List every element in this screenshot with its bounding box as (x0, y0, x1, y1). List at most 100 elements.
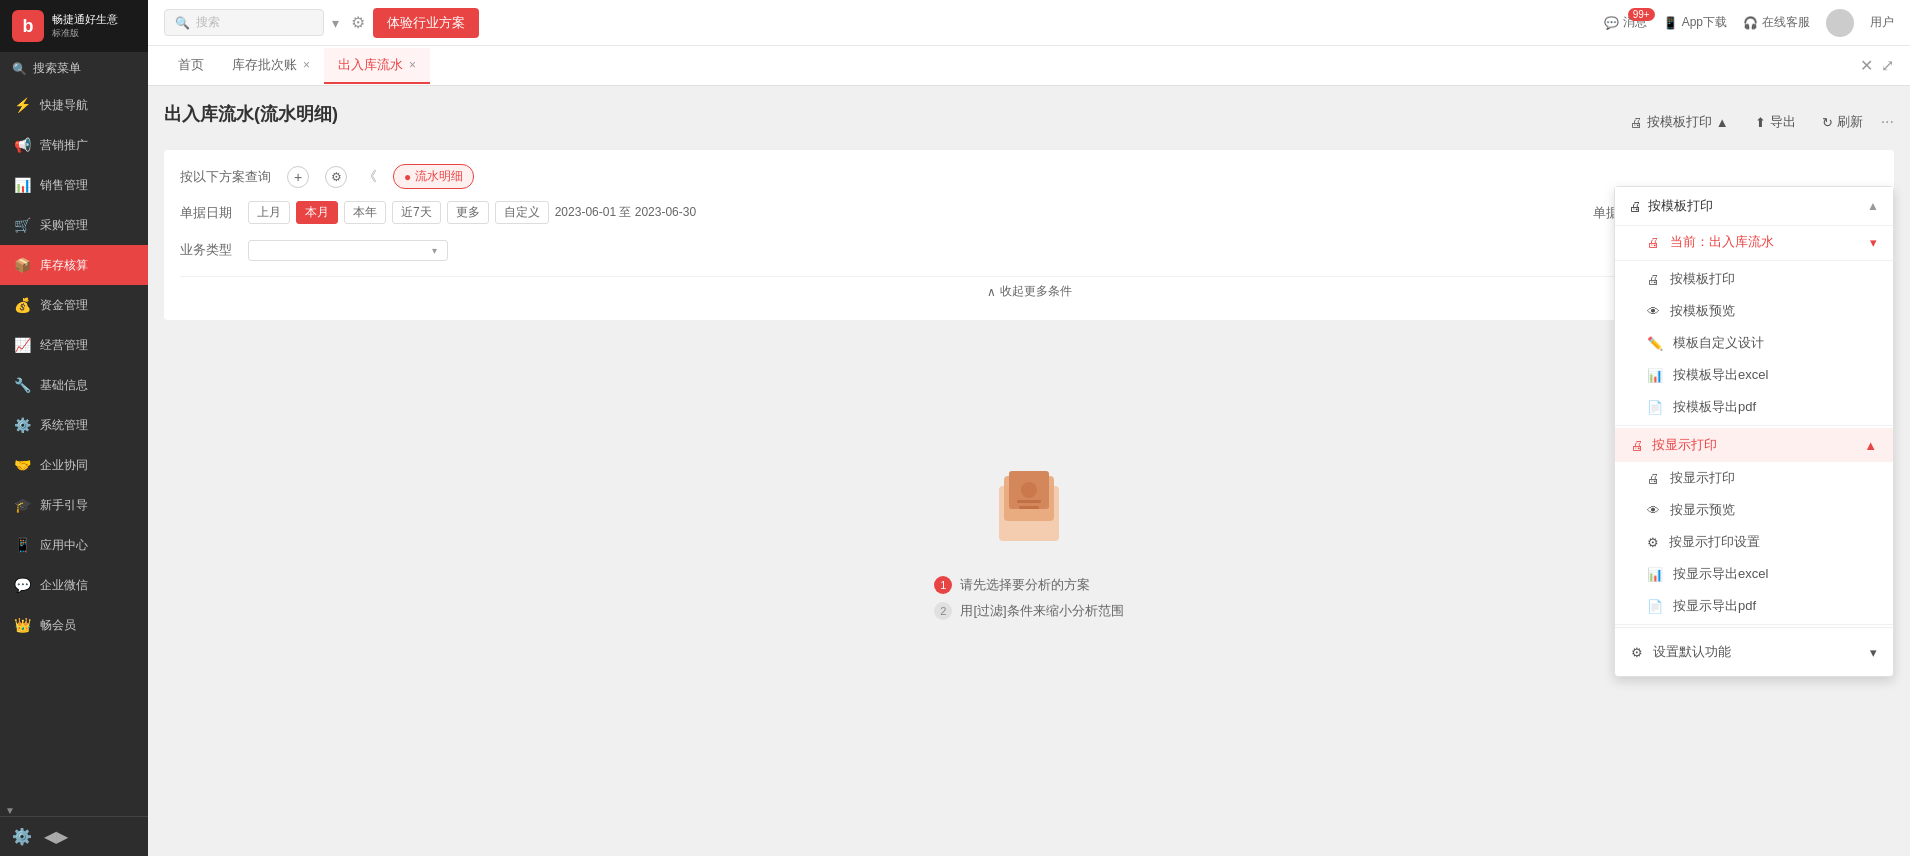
dropdown-template-export-excel[interactable]: 📊 按模板导出excel (1615, 359, 1893, 391)
message-button[interactable]: 💬 消息 99+ (1604, 14, 1647, 31)
filter-active-tag[interactable]: ● 流水明细 (393, 164, 474, 189)
filter-settings-button[interactable]: ⚙ (325, 166, 347, 188)
settings-icon[interactable]: ⚙️ (12, 827, 32, 846)
sidebar-item-inventory[interactable]: 📦 库存核算 (0, 245, 148, 285)
date-btn-custom[interactable]: 自定义 (495, 201, 549, 224)
collapse-icon[interactable]: ◀▶ (44, 827, 68, 846)
sidebar-item-system[interactable]: ⚙️ 系统管理 (0, 405, 148, 445)
current-template-arrow: ▾ (1870, 235, 1877, 250)
tab-batch-account-close[interactable]: × (303, 58, 310, 72)
date-btn-last-month[interactable]: 上月 (248, 201, 290, 224)
apps-icon: 📱 (12, 535, 32, 555)
app-download-button[interactable]: 📱 App下载 (1663, 14, 1727, 31)
dropdown-header: 🖨 按模板打印 ▲ (1615, 187, 1893, 226)
tab-flow[interactable]: 出入库流水 × (324, 48, 430, 84)
dropdown-template-preview[interactable]: 👁 按模板预览 (1615, 295, 1893, 327)
dropdown-display-print[interactable]: 🖨 按显示打印 (1615, 462, 1893, 494)
dropdown-display-export-pdf[interactable]: 📄 按显示导出pdf (1615, 590, 1893, 622)
tab-flow-close[interactable]: × (409, 58, 416, 72)
step-number-2: 2 (934, 602, 952, 620)
dropdown-title: 🖨 按模板打印 (1629, 197, 1713, 215)
current-template-label: 当前：出入库流水 (1670, 233, 1774, 251)
filter-tag-label: 流水明细 (415, 168, 463, 185)
sidebar-item-label: 快捷导航 (40, 97, 88, 114)
step-1-text: 请先选择要分析的方案 (960, 576, 1090, 594)
empty-step-2: 2 用[过滤]条件来缩小分析范围 (934, 602, 1123, 620)
close-window-icon[interactable]: ✕ (1860, 56, 1873, 75)
sidebar-item-label: 应用中心 (40, 537, 88, 554)
sidebar-item-apps[interactable]: 📱 应用中心 (0, 525, 148, 565)
template-pdf-icon: 📄 (1647, 400, 1663, 415)
maximize-window-icon[interactable]: ⤢ (1881, 56, 1894, 75)
customer-service-label: 在线客服 (1762, 14, 1810, 31)
sidebar-item-operations[interactable]: 📈 经营管理 (0, 325, 148, 365)
basic-icon: 🔧 (12, 375, 32, 395)
print-template-button[interactable]: 🖨 按模板打印 ▲ (1622, 109, 1737, 135)
collapse-icon: ∧ (987, 285, 996, 299)
export-label: 导出 (1770, 113, 1796, 131)
date-btn-7days[interactable]: 近7天 (392, 201, 441, 224)
refresh-button[interactable]: ↻ 刷新 (1814, 109, 1871, 135)
sidebar-item-label: 经营管理 (40, 337, 88, 354)
sidebar-item-basic[interactable]: 🔧 基础信息 (0, 365, 148, 405)
template-excel-icon: 📊 (1647, 368, 1663, 383)
tab-batch-account[interactable]: 库存批次账 × (218, 48, 324, 84)
template-custom-icon: ✏️ (1647, 336, 1663, 351)
search-icon: 🔍 (175, 16, 190, 30)
filter-collapse-button[interactable]: 《 (363, 168, 377, 186)
user-avatar[interactable] (1826, 9, 1854, 37)
page-content-area: 出入库流水(流水明细) 🖨 按模板打印 ▲ ⬆ 导出 ↻ 刷新 (148, 86, 1910, 856)
sidebar-item-label: 新手引导 (40, 497, 88, 514)
export-button[interactable]: ⬆ 导出 (1747, 109, 1804, 135)
member-icon: 👑 (12, 615, 32, 635)
display-pdf-icon: 📄 (1647, 599, 1663, 614)
more-actions-icon[interactable]: ··· (1881, 113, 1894, 131)
set-default-icon: ⚙ (1631, 645, 1643, 660)
set-default-arrow: ▾ (1870, 645, 1877, 660)
topbar-gear-icon[interactable]: ⚙ (351, 13, 365, 32)
dropdown-current-template[interactable]: 🖨 当前：出入库流水 ▾ (1615, 226, 1893, 258)
topbar-dropdown-arrow[interactable]: ▾ (332, 15, 339, 31)
dropdown-display-export-excel[interactable]: 📊 按显示导出excel (1615, 558, 1893, 590)
dropdown-set-default[interactable]: ⚙ 设置默认功能 ▾ (1631, 636, 1877, 668)
inventory-icon: 📦 (12, 255, 32, 275)
date-btn-more[interactable]: 更多 (447, 201, 489, 224)
sidebar-item-wechat[interactable]: 💬 企业微信 (0, 565, 148, 605)
dropdown-template-print[interactable]: 🖨 按模板打印 (1615, 263, 1893, 295)
customer-service-button[interactable]: 🎧 在线客服 (1743, 14, 1810, 31)
sidebar-item-label: 基础信息 (40, 377, 88, 394)
filter-add-button[interactable]: + (287, 166, 309, 188)
sidebar-item-marketing[interactable]: 📢 营销推广 (0, 125, 148, 165)
dropdown-template-custom[interactable]: ✏️ 模板自定义设计 (1615, 327, 1893, 359)
page-top-right-actions: 🖨 按模板打印 ▲ ⬆ 导出 ↻ 刷新 ··· (1622, 109, 1894, 135)
dropdown-collapse-arrow[interactable]: ▲ (1867, 199, 1879, 213)
global-search[interactable]: 🔍 搜索 (164, 9, 324, 36)
svg-rect-4 (1017, 500, 1041, 503)
sidebar-search-item[interactable]: 🔍 搜索菜单 (0, 52, 148, 85)
sidebar-scroll-down[interactable]: ▼ (0, 804, 20, 816)
display-print-settings-icon: ⚙ (1647, 535, 1659, 550)
industry-solution-button[interactable]: 体验行业方案 (373, 8, 479, 38)
search-placeholder: 搜索 (196, 14, 220, 31)
sidebar-item-sales[interactable]: 📊 销售管理 (0, 165, 148, 205)
refresh-label: 刷新 (1837, 113, 1863, 131)
dropdown-template-export-pdf[interactable]: 📄 按模板导出pdf (1615, 391, 1893, 423)
dropdown-display-preview[interactable]: 👁 按显示预览 (1615, 494, 1893, 526)
sidebar-item-quick-nav[interactable]: ⚡ 快捷导航 (0, 85, 148, 125)
date-btn-this-month[interactable]: 本月 (296, 201, 338, 224)
guide-icon: 🎓 (12, 495, 32, 515)
dropdown-display-print-settings[interactable]: ⚙ 按显示打印设置 (1615, 526, 1893, 558)
export-icon: ⬆ (1755, 115, 1766, 130)
sidebar-item-purchase[interactable]: 🛒 采购管理 (0, 205, 148, 245)
tab-flow-label: 出入库流水 (338, 56, 403, 74)
sidebar-item-member[interactable]: 👑 畅会员 (0, 605, 148, 645)
sidebar-item-finance[interactable]: 💰 资金管理 (0, 285, 148, 325)
sidebar-item-guide[interactable]: 🎓 新手引导 (0, 485, 148, 525)
print-icon-header: 🖨 (1629, 199, 1642, 214)
user-name: 用户 (1870, 14, 1894, 31)
business-type-select[interactable]: ▾ (248, 240, 448, 261)
dropdown-display-print-section[interactable]: 🖨 按显示打印 ▲ (1615, 428, 1893, 462)
sidebar-item-cooperation[interactable]: 🤝 企业协同 (0, 445, 148, 485)
date-btn-this-year[interactable]: 本年 (344, 201, 386, 224)
tab-home[interactable]: 首页 (164, 48, 218, 84)
